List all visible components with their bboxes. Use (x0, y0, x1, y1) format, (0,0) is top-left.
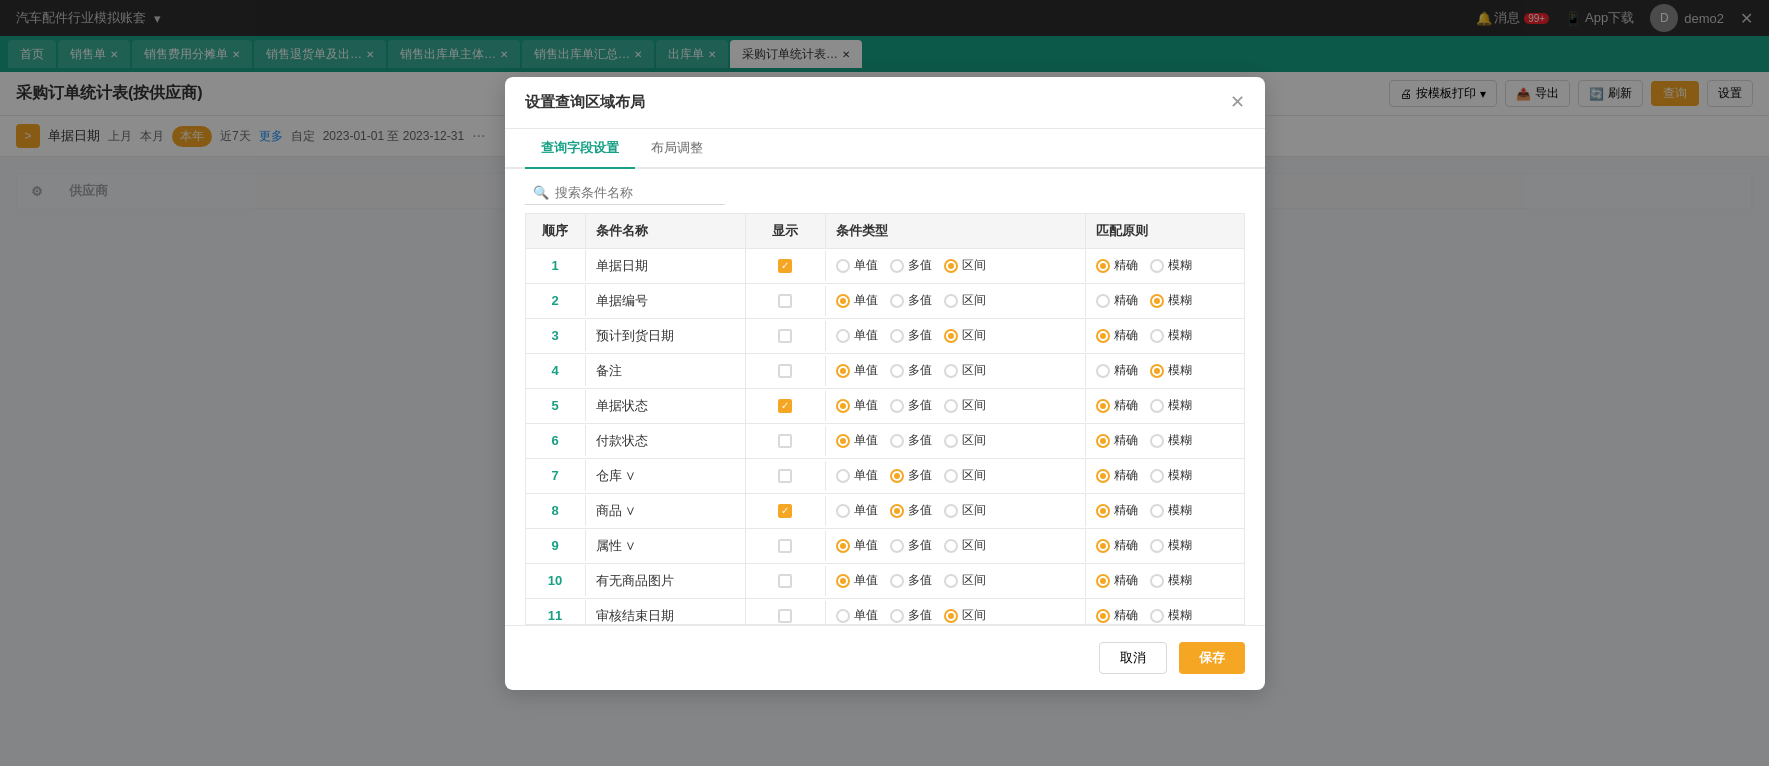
tab-layout-adjust[interactable]: 布局调整 (635, 129, 719, 169)
search-input[interactable] (555, 185, 705, 200)
tab-layout-adjust-label: 布局调整 (651, 140, 703, 155)
modal-tabs: 查询字段设置 布局调整 (505, 129, 1265, 169)
modal-table: 顺序 条件名称 显示 条件类型 匹配原则 1单据日期✓单值多值区间精确模糊2单据… (505, 213, 1265, 226)
col-match: 匹配原则 (1086, 214, 1265, 226)
search-icon: 🔍 (533, 185, 549, 200)
tab-query-fields[interactable]: 查询字段设置 (525, 129, 635, 169)
col-show: 显示 (746, 214, 826, 226)
tab-query-fields-label: 查询字段设置 (541, 140, 619, 155)
col-seq: 顺序 (526, 214, 586, 226)
col-type: 条件类型 (826, 214, 1086, 226)
col-name: 条件名称 (586, 214, 746, 226)
modal-header: 设置查询区域布局 ✕ (505, 77, 1265, 129)
search-box: 🔍 (525, 181, 725, 205)
modal-title: 设置查询区域布局 (525, 93, 645, 112)
modal-close-button[interactable]: ✕ (1230, 93, 1245, 111)
modal-backdrop: 设置查询区域布局 ✕ 查询字段设置 布局调整 🔍 顺序 (0, 0, 1769, 225)
modal-search-area: 🔍 (505, 169, 1265, 213)
table-header: 顺序 条件名称 显示 条件类型 匹配原则 (525, 213, 1245, 226)
settings-modal: 设置查询区域布局 ✕ 查询字段设置 布局调整 🔍 顺序 (505, 77, 1265, 226)
